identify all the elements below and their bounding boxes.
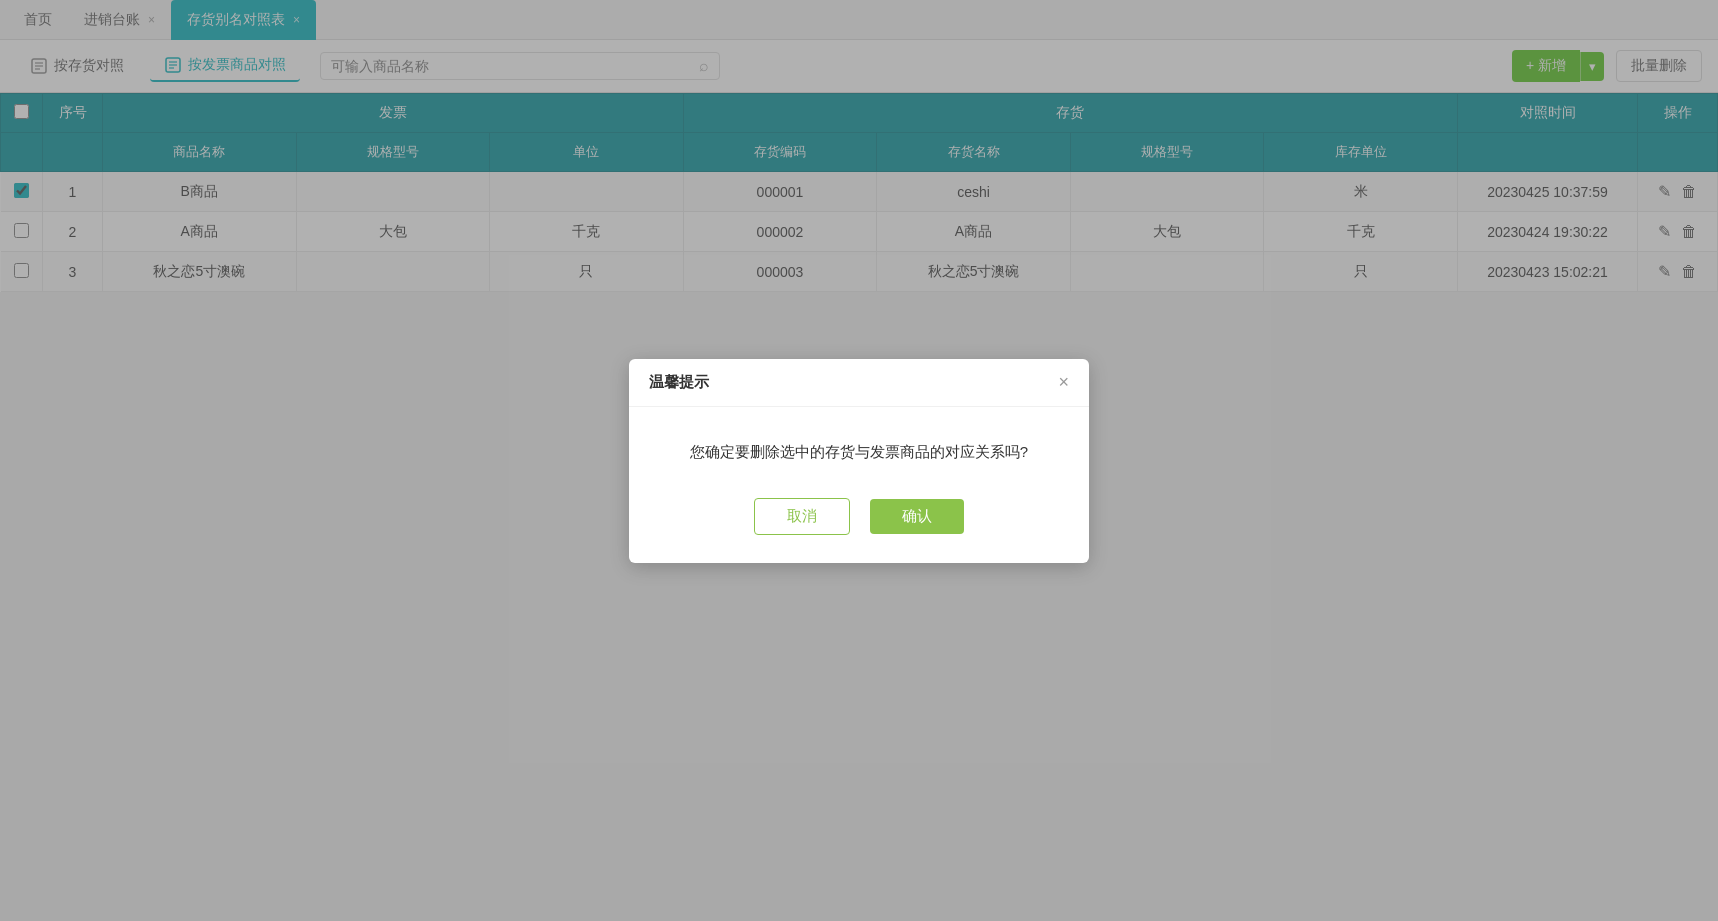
dialog-overlay: 温馨提示 × 您确定要删除选中的存货与发票商品的对应关系吗? 取消 确认 bbox=[0, 0, 1718, 292]
